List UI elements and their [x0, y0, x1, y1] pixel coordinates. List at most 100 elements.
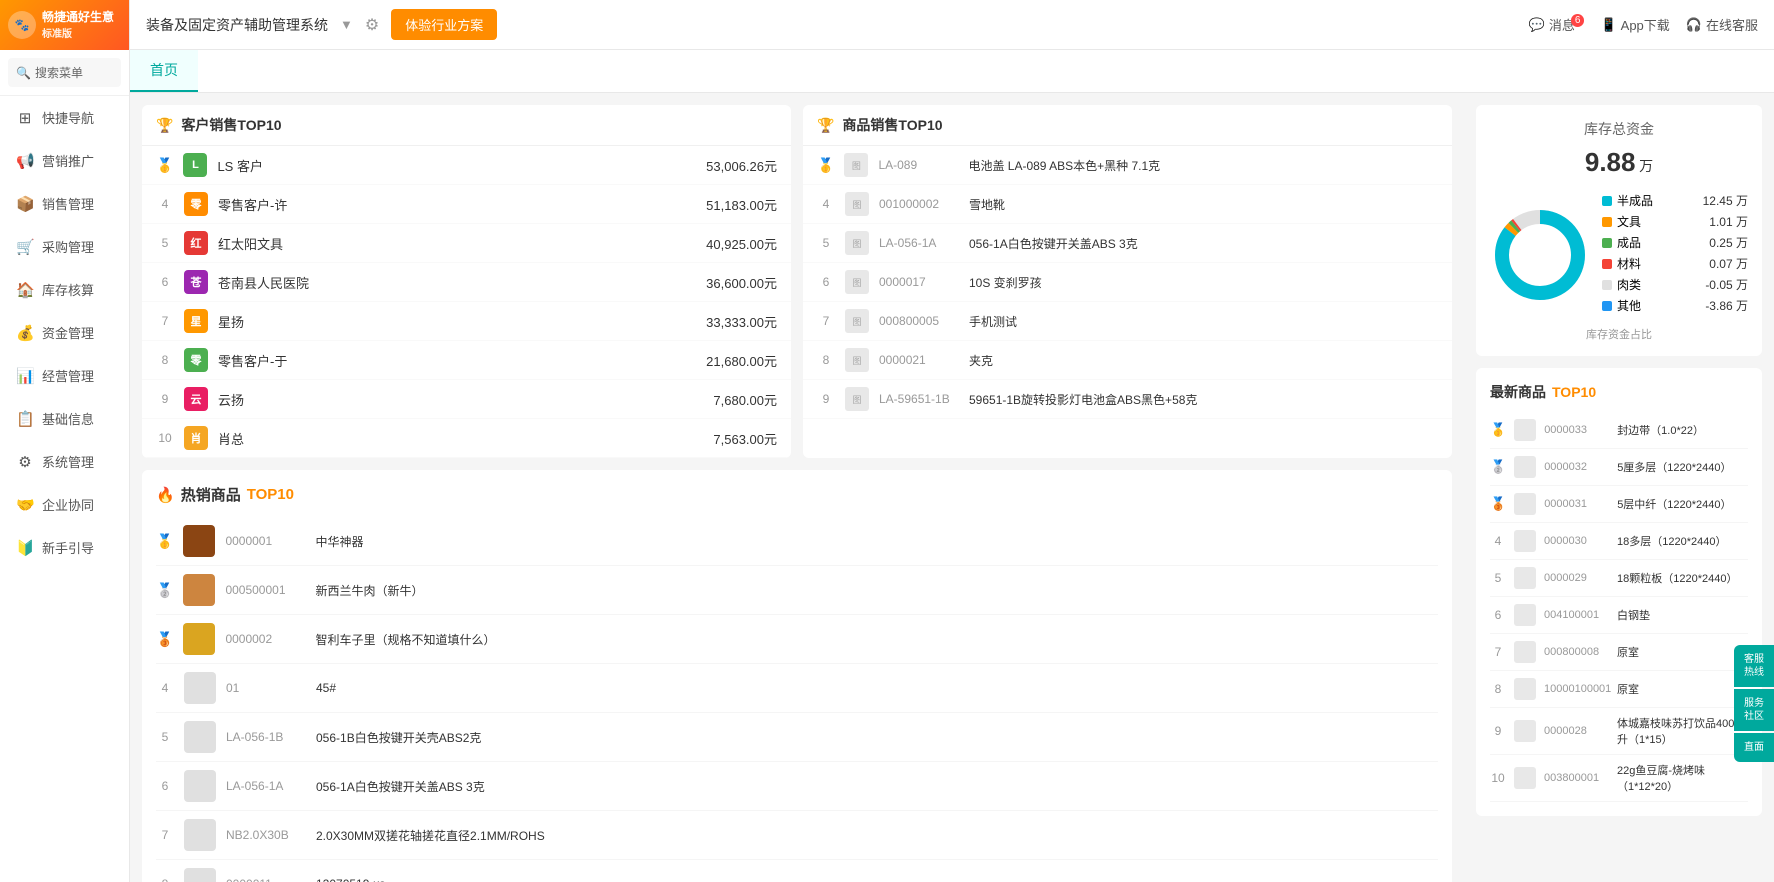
newest-name-4: 18多层（1220*2440）: [1617, 533, 1748, 549]
search-nav-area[interactable]: 🔍 搜索菜单: [0, 50, 129, 96]
cooperation-icon: 🤝: [16, 496, 34, 514]
inventory-title: 库存总资金: [1490, 119, 1748, 139]
hot-product-row-5: 5 LA-056-1B 056-1B白色按键开关壳ABS2克: [156, 713, 1438, 762]
customer-ranking-title: 客户销售TOP10: [181, 115, 281, 135]
newest-row-5: 5 0000029 18颗粒板（1220*2440）: [1490, 560, 1748, 597]
product-row-5: 7 图 000800005 手机测试: [803, 302, 1452, 341]
hot-product-code-6: LA-056-1A: [226, 779, 306, 793]
customer-amount-5: 33,333.00元: [706, 312, 777, 331]
sidebar-item-purchase[interactable]: 🛒 采购管理: [0, 225, 129, 268]
quick-nav-label: 快捷导航: [42, 108, 94, 127]
message-badge: 6: [1571, 14, 1585, 27]
newest-img-3: [1514, 493, 1536, 515]
sidebar-item-marketing[interactable]: 📢 营销推广: [0, 139, 129, 182]
logo-text-block: 畅捷通好生意 标准版: [42, 10, 114, 41]
product-rank-2: 4: [817, 197, 835, 211]
newest-medal-3: 🥉: [1490, 496, 1506, 512]
product-rank-5: 7: [817, 314, 835, 328]
product-img-3: 图: [845, 231, 869, 255]
sidebar-item-operations[interactable]: 📊 经营管理: [0, 354, 129, 397]
newest-row-10: 10 003800001 22g鱼豆腐-烧烤味（1*12*20）: [1490, 755, 1748, 802]
product-sales-title: 商品销售TOP10: [842, 115, 942, 135]
hot-product-img-5: [184, 721, 216, 753]
search-menu-label: 搜索菜单: [35, 64, 83, 81]
product-img-5: 图: [845, 309, 869, 333]
hot-rank-8: 8: [156, 877, 174, 882]
guide-icon: 🔰: [16, 539, 34, 557]
direct-btn[interactable]: 直面: [1734, 733, 1774, 762]
sidebar-item-guide[interactable]: 🔰 新手引导: [0, 526, 129, 569]
newest-img-8: [1514, 678, 1536, 700]
system-name: 装备及固定资产辅助管理系统: [146, 15, 328, 35]
purchase-icon: 🛒: [16, 238, 34, 256]
system-icon: ⚙: [16, 453, 34, 471]
hot-product-name-7: 2.0X30MM双搓花轴搓花直径2.1MM/ROHS: [316, 827, 1438, 844]
legend-item-1: 半成品 12.45 万: [1602, 192, 1748, 209]
sidebar-item-sales[interactable]: 📦 销售管理: [0, 182, 129, 225]
customer-name-5: 星扬: [218, 312, 696, 331]
product-rank-4: 6: [817, 275, 835, 289]
hot-product-name-3: 智利车子里（规格不知道填什么）: [315, 631, 1438, 648]
sidebar-item-basic-info[interactable]: 📋 基础信息: [0, 397, 129, 440]
tab-home[interactable]: 首页: [130, 50, 198, 92]
sidebar-item-system[interactable]: ⚙ 系统管理: [0, 440, 129, 483]
search-menu-button[interactable]: 🔍 搜索菜单: [8, 58, 121, 87]
legend-item-4: 材料 0.07 万: [1602, 255, 1748, 272]
purchase-label: 采购管理: [42, 237, 94, 256]
newest-name-9: 体城嘉枝味苏打饮品400毫升（1*15）: [1617, 715, 1748, 747]
product-img-1: 图: [844, 153, 868, 177]
legend-item-6: 其他 -3.86 万: [1602, 297, 1748, 314]
quick-nav-icon: ⊞: [16, 109, 34, 127]
newest-rank-10: 10: [1490, 771, 1506, 785]
newest-row-7: 7 000800008 原室: [1490, 634, 1748, 671]
inventory-panel: 库存总资金 9.88 万: [1476, 105, 1762, 356]
system-dropdown-icon[interactable]: ▼: [340, 17, 353, 32]
newest-code-5: 0000029: [1544, 572, 1609, 584]
legend-label-5: 肉类: [1617, 276, 1641, 293]
newest-rank-6: 6: [1490, 608, 1506, 622]
online-service-btn[interactable]: 🎧 在线客服: [1686, 15, 1758, 34]
hot-product-row-6: 6 LA-056-1A 056-1A白色按键开关盖ABS 3克: [156, 762, 1438, 811]
newest-row-1: 🥇 0000033 封边带（1.0*22）: [1490, 412, 1748, 449]
app-name: 畅捷通好生意: [42, 10, 114, 26]
newest-row-2: 🥈 0000032 5厘多层（1220*2440）: [1490, 449, 1748, 486]
newest-row-4: 4 0000030 18多层（1220*2440）: [1490, 523, 1748, 560]
message-btn[interactable]: 💬 消息 6: [1529, 15, 1585, 34]
inventory-chart-label: 库存资金占比: [1490, 326, 1748, 342]
sidebar-item-quick-nav[interactable]: ⊞ 快捷导航: [0, 96, 129, 139]
inventory-donut-chart: [1490, 205, 1590, 305]
newest-code-10: 003800001: [1544, 772, 1609, 784]
hot-product-code-7: NB2.0X30B: [226, 828, 306, 842]
hot-product-row-3: 🥉 0000002 智利车子里（规格不知道填什么）: [156, 615, 1438, 664]
trial-button[interactable]: 体验行业方案: [391, 9, 497, 40]
app-download-btn[interactable]: 📱 App下载: [1600, 15, 1669, 34]
newest-img-1: [1514, 419, 1536, 441]
settings-gear-icon[interactable]: ⚙: [365, 15, 379, 35]
sidebar-item-cooperation[interactable]: 🤝 企业协同: [0, 483, 129, 526]
customer-amount-7: 7,680.00元: [713, 390, 777, 409]
newest-name-8: 原室: [1617, 681, 1748, 697]
product-row-1: 🥇 图 LA-089 电池盖 LA-089 ABS本色+黑种 7.1克: [803, 146, 1452, 185]
hot-product-code-2: 000500001: [225, 583, 305, 597]
customer-service-btn[interactable]: 客服热线: [1734, 645, 1774, 687]
avatar-4: 苍: [184, 270, 208, 294]
newest-code-1: 0000033: [1544, 424, 1609, 436]
legend-label-2: 文具: [1617, 213, 1641, 230]
customer-name-8: 肖总: [218, 429, 703, 448]
newest-name-3: 5层中纤（1220*2440）: [1617, 496, 1748, 512]
sidebar: 🐾 畅捷通好生意 标准版 🔍 搜索菜单 ⊞ 快捷导航 📢 营销推广 📦 销售管理…: [0, 0, 130, 882]
legend-label-4: 材料: [1617, 255, 1641, 272]
sidebar-item-finance[interactable]: 💰 资金管理: [0, 311, 129, 354]
sidebar-item-inventory[interactable]: 🏠 库存核算: [0, 268, 129, 311]
rank-num-4: 6: [156, 275, 174, 289]
sidebar-nav: ⊞ 快捷导航 📢 营销推广 📦 销售管理 🛒 采购管理 🏠 库存核算 💰 资金管…: [0, 96, 129, 882]
main-area: 装备及固定资产辅助管理系统 ▼ ⚙ 体验行业方案 💬 消息 6 📱 App下载 …: [130, 0, 1774, 882]
hot-products-title: 🔥 热销商品 TOP10: [156, 484, 1438, 505]
newest-img-9: [1514, 720, 1536, 742]
medal-1: 🥇: [156, 157, 173, 174]
hot-product-code-3: 0000002: [225, 632, 305, 646]
customer-name-6: 零售客户-于: [218, 351, 696, 370]
service-community-btn[interactable]: 服务社区: [1734, 689, 1774, 731]
hot-rank-5: 5: [156, 730, 174, 744]
inventory-amount-unit: 万: [1639, 158, 1653, 174]
